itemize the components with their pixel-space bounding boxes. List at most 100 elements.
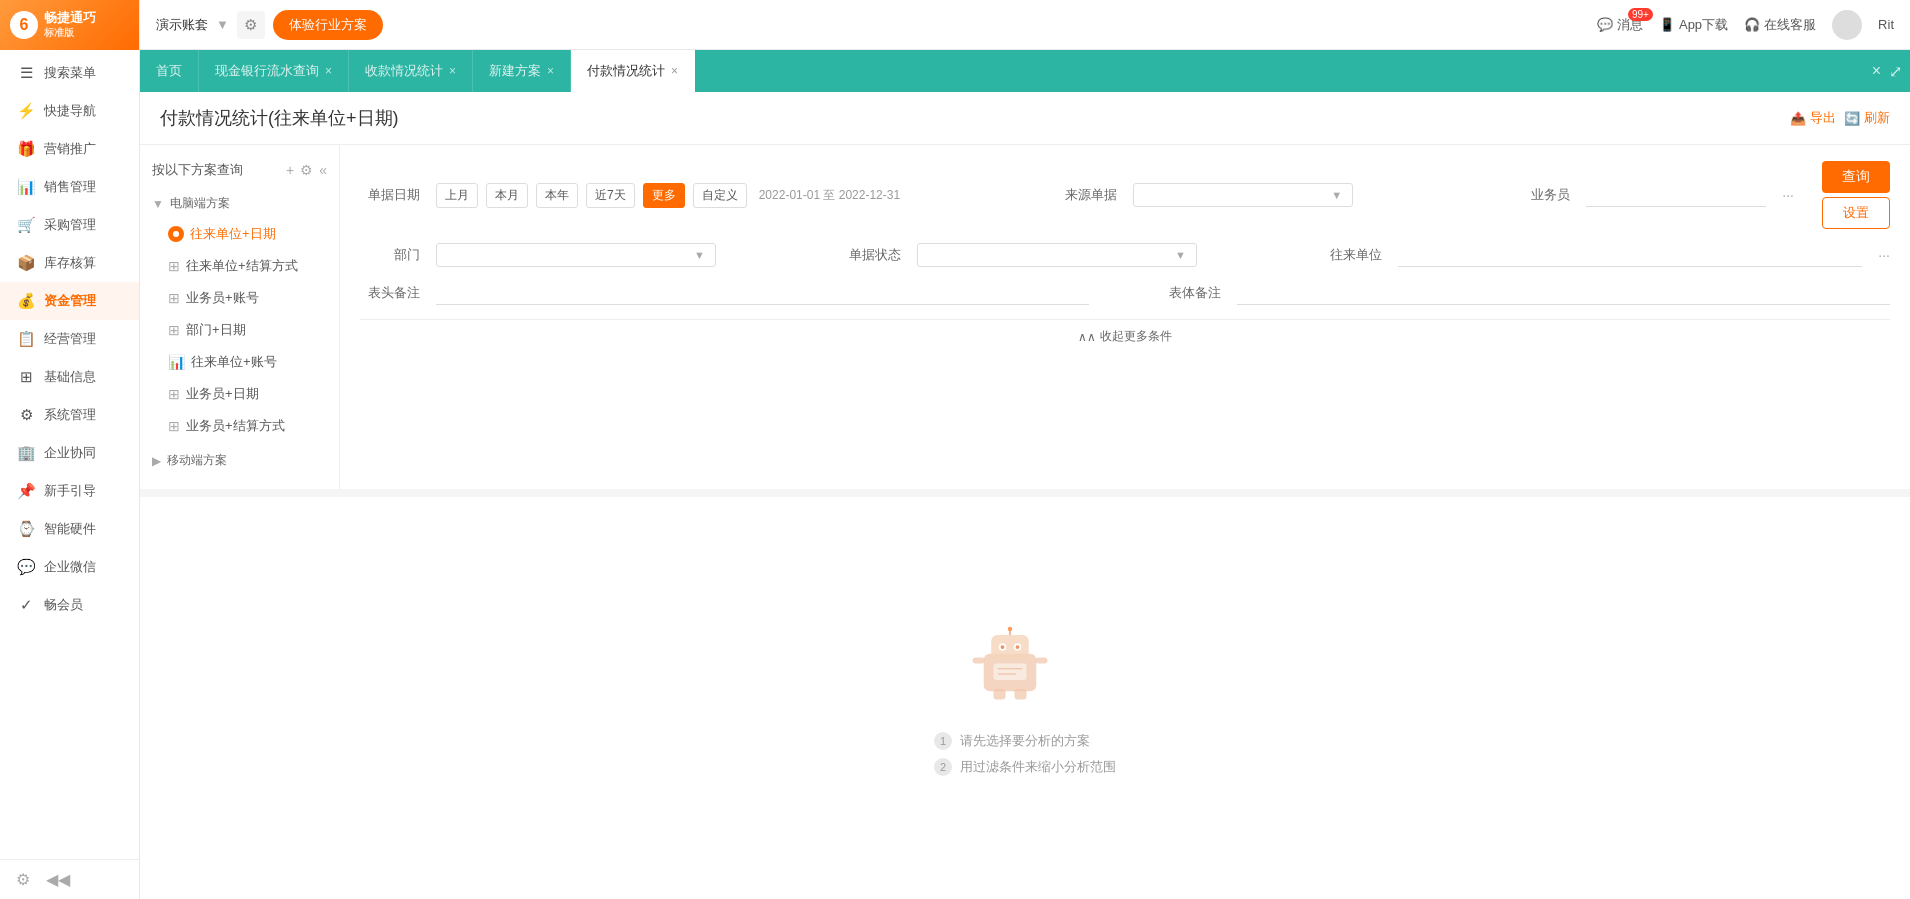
empty-tip-2: 2 用过滤条件来缩小分析范围: [934, 758, 1116, 776]
tab-receipt-stats-label: 收款情况统计: [365, 62, 443, 80]
tab-bank-flow[interactable]: 现金银行流水查询 ×: [199, 50, 349, 92]
sidebar-item-label: 系统管理: [44, 406, 96, 424]
page-content: 付款情况统计(往来单位+日期) 📤 导出 🔄 刷新 按以下方案查询 + ⚙: [140, 92, 1910, 899]
source-select[interactable]: ▼: [1133, 183, 1353, 207]
add-scheme-icon[interactable]: +: [286, 162, 294, 178]
date-btn-7days[interactable]: 近7天: [586, 183, 635, 208]
scheme-item-salesman-settlement[interactable]: ⊞ 业务员+结算方式: [140, 410, 339, 442]
source-dropdown-icon: ▼: [1331, 189, 1342, 201]
user-avatar[interactable]: [1832, 10, 1862, 40]
bill-status-select[interactable]: ▼: [917, 243, 1197, 267]
table-body-input[interactable]: [1237, 281, 1890, 305]
tab-payment-stats-close-icon[interactable]: ×: [671, 64, 678, 78]
scheme-setting-icon[interactable]: ⚙: [300, 162, 313, 178]
app-download-btn[interactable]: 📱 App下载: [1659, 16, 1728, 34]
tab-bank-flow-close-icon[interactable]: ×: [325, 64, 332, 78]
tip-text-2: 用过滤条件来缩小分析范围: [960, 758, 1116, 776]
scheme-group-mobile-title[interactable]: ▶ 移动端方案: [140, 446, 339, 475]
scheme-item-partner-settlement[interactable]: ⊞ 往来单位+结算方式: [140, 250, 339, 282]
scheme-item-partner-date[interactable]: 往来单位+日期: [140, 218, 339, 250]
sidebar-item-inventory[interactable]: 📦 库存核算: [0, 244, 139, 282]
date-btn-last-month[interactable]: 上月: [436, 183, 478, 208]
dept-select[interactable]: ▼: [436, 243, 716, 267]
scheme-item-icon: ⊞: [168, 290, 180, 306]
sidebar-logo: 6 畅捷通巧 标准版: [0, 0, 139, 50]
collapse-chevron-up-icon: ∧∧: [1078, 330, 1096, 344]
setting-btn[interactable]: 设置: [1822, 197, 1890, 229]
empty-area: 1 请先选择要分析的方案 2 用过滤条件来缩小分析范围: [140, 497, 1910, 899]
page-header: 付款情况统计(往来单位+日期) 📤 导出 🔄 刷新: [140, 92, 1910, 145]
partner-dots[interactable]: ···: [1878, 247, 1890, 263]
message-icon: 💬: [1597, 17, 1613, 32]
message-badge: 99+: [1628, 8, 1653, 21]
logo-icon: 6: [10, 11, 38, 39]
tab-payment-stats[interactable]: 付款情况统计 ×: [571, 50, 695, 92]
finance-icon: 💰: [16, 292, 36, 310]
mobile-expand-icon: ▶: [152, 454, 161, 468]
sidebar-item-hardware[interactable]: ⌚ 智能硬件: [0, 510, 139, 548]
company-dropdown-icon[interactable]: ▼: [216, 17, 229, 32]
tab-receipt-stats[interactable]: 收款情况统计 ×: [349, 50, 473, 92]
tab-expand-icon[interactable]: ⤢: [1889, 62, 1902, 81]
scheme-item-icon: ⊞: [168, 386, 180, 402]
scheme-item-salesman-date[interactable]: ⊞ 业务员+日期: [140, 378, 339, 410]
top-bar-right: 💬 消息 99+ 📱 App下载 🎧 在线客服 Rit: [1597, 10, 1894, 40]
sidebar-item-marketing[interactable]: 🎁 营销推广: [0, 130, 139, 168]
sidebar-item-label: 新手引导: [44, 482, 96, 500]
logo-sub: 标准版: [44, 26, 96, 40]
scheme-item-salesman-account[interactable]: ⊞ 业务员+账号: [140, 282, 339, 314]
sidebar-item-quick-nav[interactable]: ⚡ 快捷导航: [0, 92, 139, 130]
tab-new-scheme-close-icon[interactable]: ×: [547, 64, 554, 78]
salesman-dots[interactable]: ···: [1782, 187, 1794, 203]
refresh-btn[interactable]: 🔄 刷新: [1844, 109, 1890, 127]
date-btn-this-year[interactable]: 本年: [536, 183, 578, 208]
sidebar-item-basic[interactable]: ⊞ 基础信息: [0, 358, 139, 396]
sidebar-item-member[interactable]: ✓ 畅会员: [0, 586, 139, 624]
sidebar-item-business[interactable]: 📋 经营管理: [0, 320, 139, 358]
tip-num-2: 2: [934, 758, 952, 776]
messages-btn[interactable]: 💬 消息 99+: [1597, 16, 1643, 34]
svg-rect-12: [994, 664, 1027, 681]
sidebar-item-system[interactable]: ⚙ 系统管理: [0, 396, 139, 434]
sidebar-item-guide[interactable]: 📌 新手引导: [0, 472, 139, 510]
export-btn[interactable]: 📤 导出: [1790, 109, 1836, 127]
tab-home-label: 首页: [156, 62, 182, 80]
tab-new-scheme[interactable]: 新建方案 ×: [473, 50, 571, 92]
date-btn-this-month[interactable]: 本月: [486, 183, 528, 208]
tab-close-all-icon[interactable]: ×: [1872, 62, 1881, 80]
service-icon: 🎧: [1744, 17, 1760, 32]
salesman-input[interactable]: [1586, 183, 1766, 207]
query-btn[interactable]: 查询: [1822, 161, 1890, 193]
online-service-btn[interactable]: 🎧 在线客服: [1744, 16, 1816, 34]
collapse-sidebar-icon[interactable]: ◀◀: [46, 870, 70, 889]
collapse-scheme-icon[interactable]: «: [319, 162, 327, 178]
sidebar-item-purchase[interactable]: 🛒 采购管理: [0, 206, 139, 244]
partner-label: 往来单位: [1322, 246, 1382, 264]
scheme-item-icon: ⊞: [168, 322, 180, 338]
collapse-more-btn[interactable]: ∧∧ 收起更多条件: [360, 319, 1890, 353]
date-btn-more[interactable]: 更多: [643, 183, 685, 208]
scheme-item-partner-account[interactable]: 📊 往来单位+账号: [140, 346, 339, 378]
table-header-input[interactable]: [436, 281, 1089, 305]
tab-receipt-stats-close-icon[interactable]: ×: [449, 64, 456, 78]
sidebar-item-wechat[interactable]: 💬 企业微信: [0, 548, 139, 586]
dept-label: 部门: [360, 246, 420, 264]
scheme-group-mobile: ▶ 移动端方案: [140, 446, 339, 475]
date-btn-custom[interactable]: 自定义: [693, 183, 747, 208]
sidebar-item-sales[interactable]: 📊 销售管理: [0, 168, 139, 206]
trial-btn[interactable]: 体验行业方案: [273, 10, 383, 40]
sidebar-item-finance[interactable]: 💰 资金管理: [0, 282, 139, 320]
scheme-panel-label: 按以下方案查询: [152, 161, 280, 179]
tab-home[interactable]: 首页: [140, 50, 199, 92]
svg-rect-1: [991, 635, 1029, 659]
top-bar-gear-icon[interactable]: ⚙: [237, 11, 265, 39]
scheme-group-desktop-title[interactable]: ▼ 电脑端方案: [140, 189, 339, 218]
business-icon: 📋: [16, 330, 36, 348]
sidebar-item-search-menu[interactable]: ☰ 搜索菜单: [0, 54, 139, 92]
scheme-item-dept-date[interactable]: ⊞ 部门+日期: [140, 314, 339, 346]
settings-footer-icon[interactable]: ⚙: [16, 870, 30, 889]
partner-input[interactable]: [1398, 243, 1863, 267]
scheme-radio-inner: [173, 231, 179, 237]
sidebar-item-corp[interactable]: 🏢 企业协同: [0, 434, 139, 472]
scheme-item-icon: 📊: [168, 354, 185, 370]
